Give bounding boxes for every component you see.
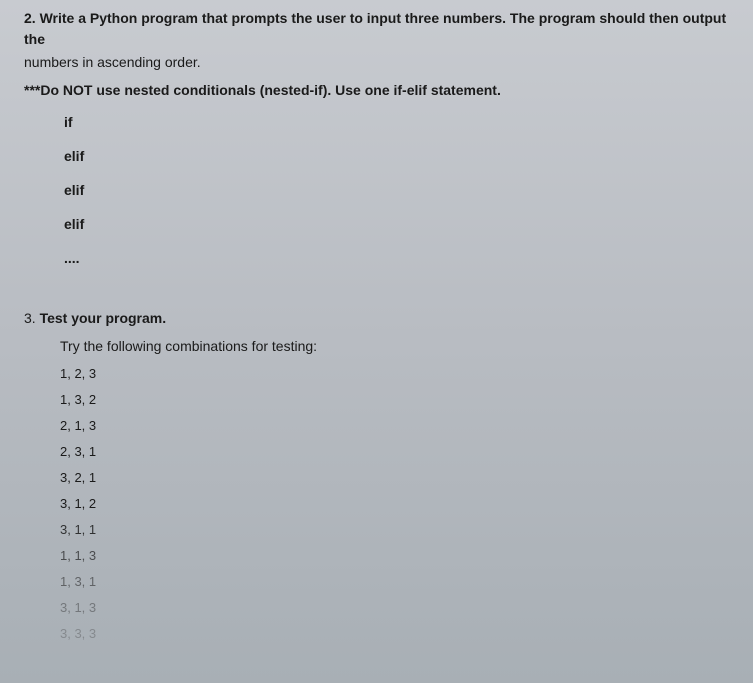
question-2-continuation: numbers in ascending order. bbox=[24, 54, 729, 70]
combo-item: 1, 1, 3 bbox=[60, 548, 729, 563]
code-if: if bbox=[64, 114, 729, 130]
question-3-text: Test your program. bbox=[40, 310, 167, 326]
question-3-title: 3. Test your program. bbox=[24, 310, 729, 326]
combo-item: 3, 1, 2 bbox=[60, 496, 729, 511]
document-page: 2. Write a Python program that prompts t… bbox=[0, 0, 753, 664]
question-3-number: 3. bbox=[24, 310, 36, 326]
combo-item: 1, 2, 3 bbox=[60, 366, 729, 381]
code-elif-3: elif bbox=[64, 216, 729, 232]
test-combinations-list: 1, 2, 3 1, 3, 2 2, 1, 3 2, 3, 1 3, 2, 1 … bbox=[60, 366, 729, 641]
code-elif-2: elif bbox=[64, 182, 729, 198]
question-2-prompt: 2. Write a Python program that prompts t… bbox=[24, 8, 729, 50]
combo-item: 3, 2, 1 bbox=[60, 470, 729, 485]
question-2-note: ***Do NOT use nested conditionals (neste… bbox=[24, 82, 729, 98]
question-text: Write a Python program that prompts the … bbox=[24, 10, 726, 47]
question-3-instruction: Try the following combinations for testi… bbox=[60, 338, 729, 354]
code-elif-1: elif bbox=[64, 148, 729, 164]
combo-item: 2, 3, 1 bbox=[60, 444, 729, 459]
code-structure-block: if elif elif elif .... bbox=[64, 114, 729, 266]
combo-item: 3, 3, 3 bbox=[60, 626, 729, 641]
combo-item: 1, 3, 2 bbox=[60, 392, 729, 407]
combo-item: 3, 1, 3 bbox=[60, 600, 729, 615]
question-number: 2. bbox=[24, 10, 36, 26]
combo-item: 3, 1, 1 bbox=[60, 522, 729, 537]
combo-item: 2, 1, 3 bbox=[60, 418, 729, 433]
combo-item: 1, 3, 1 bbox=[60, 574, 729, 589]
code-ellipsis: .... bbox=[64, 250, 729, 266]
